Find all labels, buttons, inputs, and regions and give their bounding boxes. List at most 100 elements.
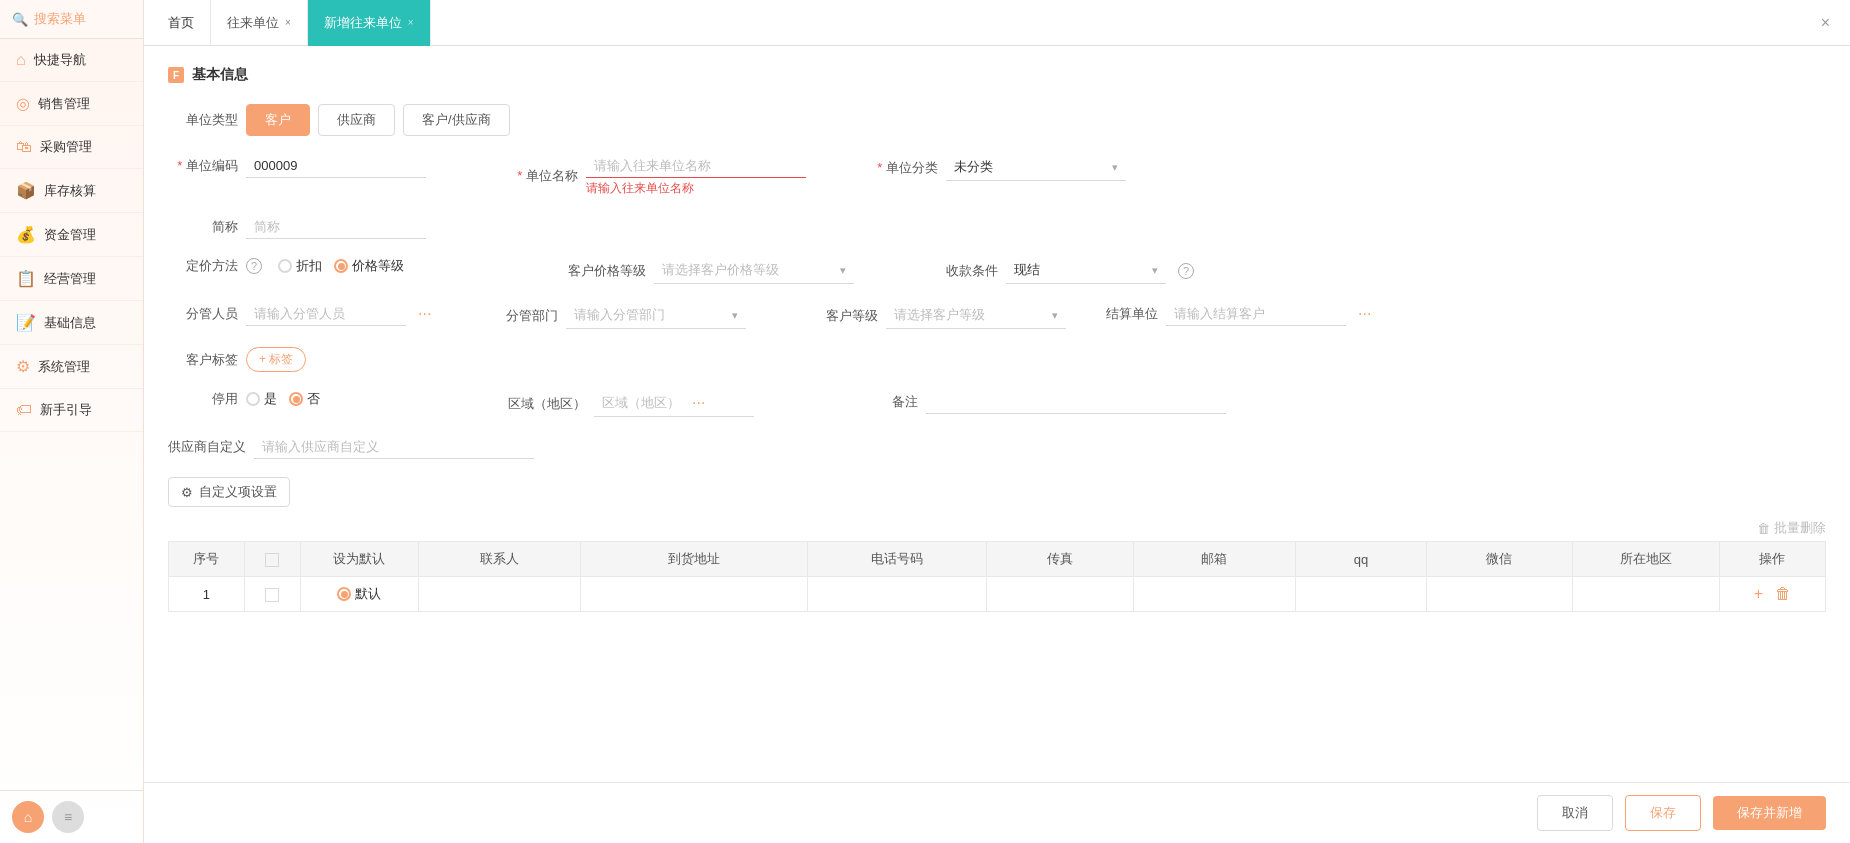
pricing-level-circle [334,259,348,273]
short-name-input[interactable] [246,215,426,239]
manager-more-dots[interactable]: ··· [414,305,435,323]
address-input[interactable] [634,587,754,602]
sidebar-item-operations[interactable]: 📋经营管理 [0,257,143,301]
unit-name-input[interactable] [586,154,806,178]
unit-name-field-wrapper: 请输入往来单位名称 [586,154,806,197]
sidebar-item-finance[interactable]: 💰资金管理 [0,213,143,257]
settlement-unit-input[interactable] [1166,302,1346,326]
manager-label: 分管人员 [168,305,238,323]
unit-category-label: 单位分类 [868,159,938,177]
sidebar-item-sales[interactable]: ◎销售管理 [0,82,143,126]
pricing-level-radio[interactable]: 价格等级 [334,257,404,275]
row-default-radio[interactable]: 默认 [311,585,408,603]
region-more-dots[interactable]: ··· [688,394,709,412]
row-region [1573,577,1720,612]
customer-price-level-select[interactable]: 请选择客户价格等级 ▾ [654,257,854,284]
unit-code-input[interactable] [246,154,426,178]
table-header-cell: 操作 [1719,542,1825,577]
sidebar-item-system[interactable]: ⚙系统管理 [0,345,143,389]
sidebar-search[interactable]: 🔍 搜索菜单 [0,0,143,39]
region-input[interactable] [1611,587,1681,602]
pricing-discount-label: 折扣 [296,257,322,275]
row-add-btn[interactable]: + [1750,585,1767,603]
disabled-yes-radio[interactable]: 是 [246,390,277,408]
sidebar-item-quick-nav[interactable]: ⌂ 快捷导航 [0,39,143,82]
row-weixin [1426,577,1573,612]
guide-icon: 🏷 [16,401,32,419]
pricing-help-icon[interactable]: ? [246,258,262,274]
unit-info-row: 单位编码 单位名称 请输入往来单位名称 单位分类 未分类 ▾ [168,154,1826,197]
unit-category-arrow: ▾ [1112,161,1118,174]
tab-counterparty[interactable]: 往来单位× [211,0,308,46]
tab-home[interactable]: 首页 [152,0,211,46]
tabbar-close-btn[interactable]: × [1809,14,1842,32]
inventory-icon: 📦 [16,181,36,200]
table-header-cell: 到货地址 [581,542,808,577]
department-placeholder: 请输入分管部门 [574,306,665,324]
custom-settings-label: 自定义项设置 [199,483,277,501]
save-new-button[interactable]: 保存并新增 [1713,796,1826,830]
region-select[interactable]: 区域（地区） ··· [594,390,754,417]
table-header-cell: 电话号码 [808,542,987,577]
sidebar-item-inventory[interactable]: 📦库存核算 [0,169,143,213]
unit-type-both-btn[interactable]: 客户/供应商 [403,104,510,136]
department-select[interactable]: 请输入分管部门 ▾ [566,302,746,329]
table-header-cell [244,542,300,577]
supplier-custom-input[interactable] [254,435,534,459]
remark-input[interactable] [926,390,1226,414]
row-fax [987,577,1134,612]
sidebar-home-btn[interactable]: ⌂ [12,801,44,833]
add-tag-button[interactable]: + 标签 [246,347,306,372]
table-header-cell: 邮箱 [1133,542,1296,577]
unit-category-select[interactable]: 未分类 ▾ [946,154,1126,181]
customer-tag-row: 客户标签 + 标签 [168,347,1826,372]
disabled-no-label: 否 [307,390,320,408]
sidebar-menu-btn[interactable]: ≡ [52,801,84,833]
contact-input[interactable] [459,587,539,602]
sidebar-label-quick-nav: 快捷导航 [34,51,86,69]
quick-nav-icon: ⌂ [16,51,26,69]
tab-close-new-counterparty[interactable]: × [408,17,414,28]
unit-name-error: 请输入往来单位名称 [586,180,806,197]
tab-new-counterparty[interactable]: 新增往来单位× [308,0,431,46]
customer-level-placeholder: 请选择客户等级 [894,306,985,324]
pricing-discount-circle [278,259,292,273]
row-delete-btn[interactable]: 🗑 [1771,585,1795,603]
cancel-button[interactable]: 取消 [1537,795,1613,831]
phone-input[interactable] [852,587,942,602]
tab-close-counterparty[interactable]: × [285,17,291,28]
weixin-input[interactable] [1464,587,1534,602]
pricing-radio-group: 折扣 价格等级 [278,257,404,275]
row-checkbox[interactable] [265,588,279,602]
disabled-no-circle [289,392,303,406]
table-header-cell: 设为默认 [301,542,419,577]
row-actions: + 🗑 [1719,577,1825,612]
payment-terms-select[interactable]: 现结 ▾ [1006,257,1166,284]
payment-terms-help-icon[interactable]: ? [1178,263,1194,279]
basic-icon: 📝 [16,313,36,332]
section-header: F 基本信息 [168,66,1826,84]
batch-delete-icon: 🗑 [1757,521,1770,536]
fax-input[interactable] [1025,587,1095,602]
main-area: 首页往来单位×新增往来单位× × F 基本信息 单位类型 客户供应商客户/供应商… [144,0,1850,843]
batch-delete-label[interactable]: 批量删除 [1774,519,1826,537]
disabled-row: 停用 是 否 区域（地区） 区域（地区） ··· [168,390,1826,417]
disabled-no-radio[interactable]: 否 [289,390,320,408]
save-button[interactable]: 保存 [1625,795,1701,831]
manager-input[interactable] [246,302,406,326]
tabbar: 首页往来单位×新增往来单位× × [144,0,1850,46]
qq-input[interactable] [1331,587,1391,602]
header-checkbox[interactable] [265,553,279,567]
unit-type-customer-btn[interactable]: 客户 [246,104,310,136]
unit-type-supplier-btn[interactable]: 供应商 [318,104,395,136]
sidebar-item-purchase[interactable]: 🛍采购管理 [0,126,143,169]
email-input[interactable] [1174,587,1254,602]
settlement-unit-more-dots[interactable]: ··· [1354,305,1375,323]
customer-level-select[interactable]: 请选择客户等级 ▾ [886,302,1066,329]
pricing-discount-radio[interactable]: 折扣 [278,257,322,275]
custom-settings-button[interactable]: ⚙ 自定义项设置 [168,477,290,507]
contact-table: 序号设为默认联系人到货地址电话号码传真邮箱qq微信所在地区操作 1 默认 + 🗑 [168,541,1826,612]
sidebar-item-basic[interactable]: 📝基础信息 [0,301,143,345]
sidebar-item-guide[interactable]: 🏷新手引导 [0,389,143,432]
tab-label-home: 首页 [168,14,194,32]
